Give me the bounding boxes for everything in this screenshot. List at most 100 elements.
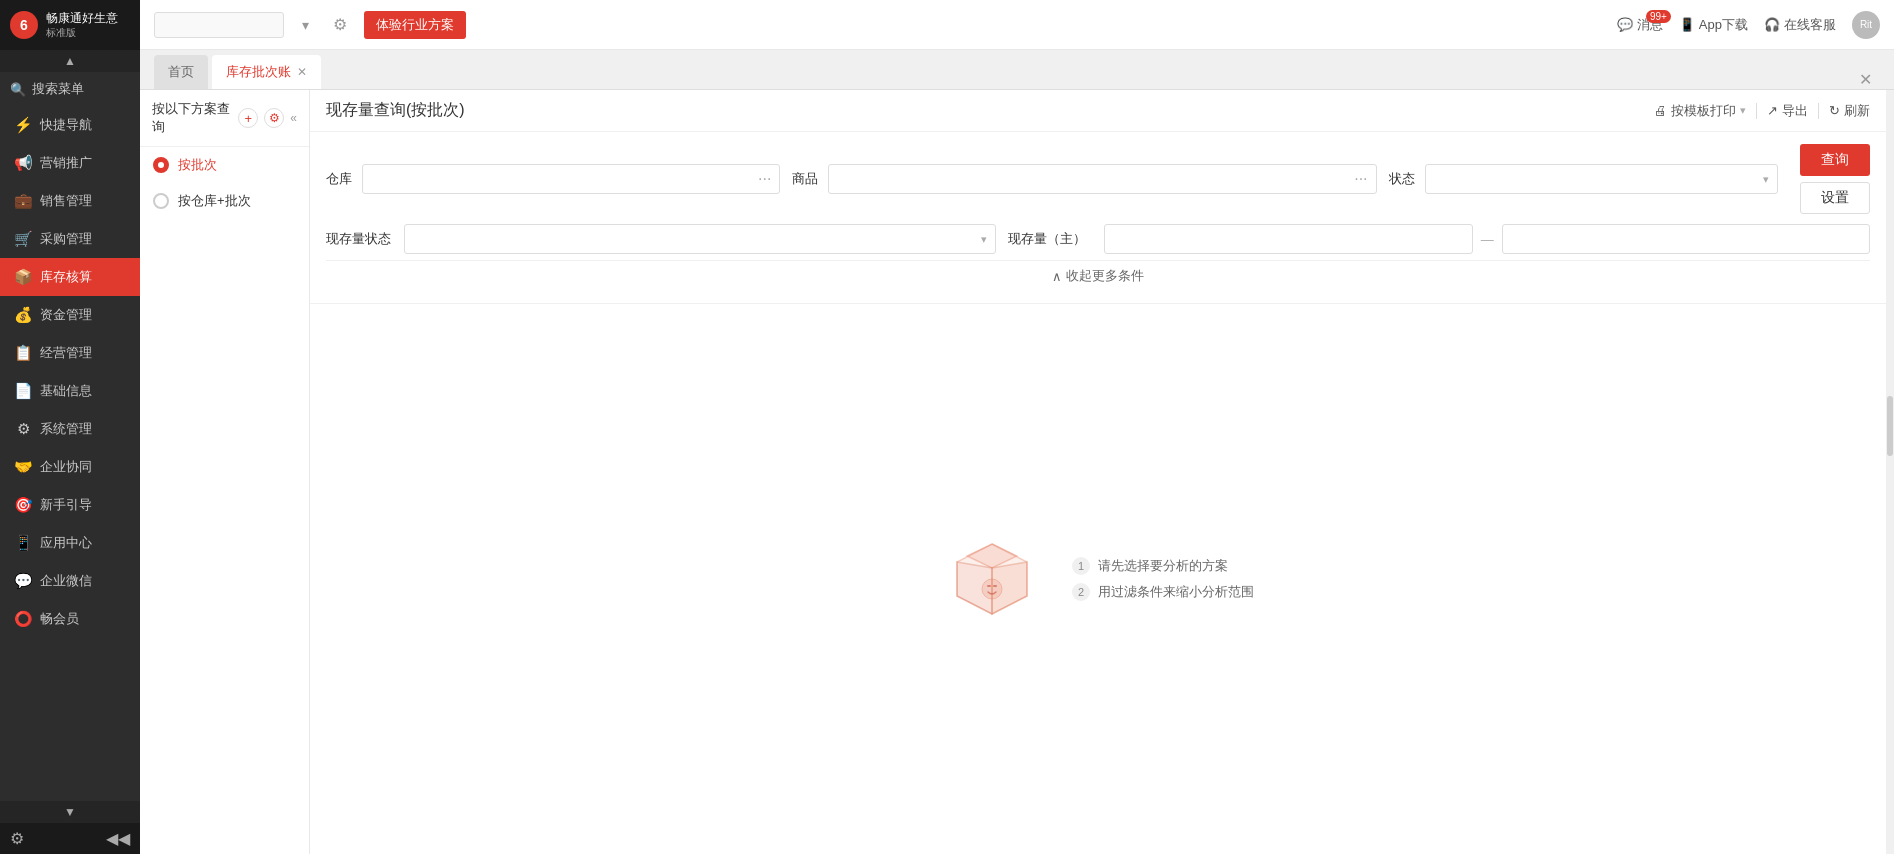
search-row-2: 现存量状态 ▾ 现存量（主） —: [326, 224, 1870, 254]
search-icon: 🔍: [10, 82, 26, 97]
basic-info-icon: 📄: [14, 382, 32, 400]
stock-status-label: 现存量状态: [326, 230, 396, 248]
status-select[interactable]: ▾: [1425, 164, 1778, 194]
sidebar-nav: ⚡ 快捷导航 📢 营销推广 💼 销售管理 🛒 采购管理 📦 库存核算 💰 资金管…: [0, 106, 140, 801]
export-icon: ↗: [1767, 103, 1778, 118]
tip-text-2: 用过滤条件来缩小分析范围: [1098, 583, 1254, 601]
sidebar-item-label: 畅会员: [40, 610, 79, 628]
filter-settings-button[interactable]: ⚙: [264, 108, 284, 128]
sidebar-item-label: 经营管理: [40, 344, 92, 362]
sidebar-item-app-center[interactable]: 📱 应用中心: [0, 524, 140, 562]
goods-input[interactable]: ···: [828, 164, 1376, 194]
field-settings-button[interactable]: 设置: [1800, 182, 1870, 214]
sales-icon: 💼: [14, 192, 32, 210]
tab-panel-close-button[interactable]: ✕: [1851, 70, 1880, 89]
print-label: 按模板打印: [1671, 102, 1736, 120]
warehouse-dots[interactable]: ···: [758, 170, 771, 188]
topbar-right: 💬 消息 99+ 📱 App下载 🎧 在线客服 Rit: [1617, 11, 1880, 39]
warehouse-input[interactable]: ···: [362, 164, 780, 194]
settings-bottom-icon[interactable]: ⚙: [10, 829, 24, 848]
edition-label: 标准版: [46, 26, 118, 39]
main-area: ▾ ⚙ 体验行业方案 💬 消息 99+ 📱 App下载 🎧 在线客服 Rit: [140, 0, 1894, 854]
collapse-more-button[interactable]: ∧ 收起更多条件: [326, 260, 1870, 291]
refresh-icon: ↻: [1829, 103, 1840, 118]
tip-num-2: 2: [1072, 583, 1090, 601]
page-actions: 🖨 按模板打印 ▾ ↗ 导出 ↻ 刷新: [1654, 102, 1870, 120]
warehouse-label: 仓库: [326, 170, 354, 188]
scrollbar-thumb[interactable]: [1887, 396, 1893, 456]
sidebar-item-label: 快捷导航: [40, 116, 92, 134]
scrollbar-track[interactable]: [1886, 90, 1894, 854]
action-divider-1: [1756, 103, 1757, 119]
print-dropdown-icon[interactable]: ▾: [1740, 104, 1746, 117]
sidebar-item-enterprise[interactable]: 🤝 企业协同: [0, 448, 140, 486]
sidebar-scroll-down[interactable]: ▼: [0, 801, 140, 823]
sidebar-item-purchase[interactable]: 🛒 采购管理: [0, 220, 140, 258]
search-buttons: 查询 设置: [1800, 144, 1870, 214]
user-avatar[interactable]: Rit: [1852, 11, 1880, 39]
sidebar-item-newbie[interactable]: 🎯 新手引导: [0, 486, 140, 524]
tab-home[interactable]: 首页: [154, 55, 208, 89]
company-name: 畅康通好生意: [46, 11, 118, 27]
inactive-radio-icon: [153, 193, 169, 209]
message-icon: 💬: [1617, 17, 1633, 32]
topbar-settings-button[interactable]: ⚙: [326, 11, 354, 39]
sidebar-item-system[interactable]: ⚙ 系统管理: [0, 410, 140, 448]
topbar-dropdown-button[interactable]: ▾: [294, 14, 316, 36]
sidebar-item-label: 企业微信: [40, 572, 92, 590]
tab-batch-account-label: 库存批次账: [226, 63, 291, 81]
sidebar-search[interactable]: 🔍 搜索菜单: [0, 72, 140, 106]
stock-status-chevron: ▾: [981, 233, 987, 246]
collapse-sidebar-icon[interactable]: ◀◀: [106, 829, 130, 848]
stock-qty-to-input[interactable]: [1502, 224, 1870, 254]
trial-button[interactable]: 体验行业方案: [364, 11, 466, 39]
quick-nav-icon: ⚡: [14, 116, 32, 134]
sidebar-item-basic-info[interactable]: 📄 基础信息: [0, 372, 140, 410]
svg-point-4: [982, 579, 1002, 599]
page-title-bar: 现存量查询(按批次) 🖨 按模板打印 ▾ ↗ 导出 ↻ 刷: [310, 90, 1886, 132]
goods-field: 商品 ···: [792, 164, 1376, 194]
sidebar-item-wechat[interactable]: 💬 企业微信: [0, 562, 140, 600]
empty-tips: 1 请先选择要分析的方案 2 用过滤条件来缩小分析范围: [1072, 557, 1254, 601]
messages-button[interactable]: 💬 消息 99+: [1617, 16, 1663, 34]
online-service-button[interactable]: 🎧 在线客服: [1764, 16, 1836, 34]
tab-close-icon[interactable]: ✕: [297, 66, 307, 78]
member-icon: ⭕: [14, 610, 32, 628]
stock-qty-from-input[interactable]: [1104, 224, 1472, 254]
sidebar-scroll-up[interactable]: ▲: [0, 50, 140, 72]
print-button[interactable]: 🖨 按模板打印 ▾: [1654, 102, 1746, 120]
filter-item-by-warehouse-batch[interactable]: 按仓库+批次: [140, 183, 309, 219]
sidebar-item-member[interactable]: ⭕ 畅会员: [0, 600, 140, 638]
sidebar-item-quick-nav[interactable]: ⚡ 快捷导航: [0, 106, 140, 144]
query-button[interactable]: 查询: [1800, 144, 1870, 176]
export-button[interactable]: ↗ 导出: [1767, 102, 1808, 120]
filter-panel-header: 按以下方案查询 + ⚙ «: [140, 90, 309, 147]
sidebar-item-label: 营销推广: [40, 154, 92, 172]
tab-batch-account[interactable]: 库存批次账 ✕: [212, 55, 321, 89]
avatar-text: Rit: [1860, 19, 1872, 30]
tabs-bar: 首页 库存批次账 ✕ ✕: [140, 50, 1894, 90]
stock-qty-field: 现存量（主） —: [1008, 224, 1870, 254]
filter-collapse-button[interactable]: «: [290, 111, 297, 125]
radio-dot: [158, 162, 164, 168]
app-download-label: App下载: [1699, 16, 1748, 34]
sidebar-item-marketing[interactable]: 📢 营销推广: [0, 144, 140, 182]
sidebar-item-operations[interactable]: 📋 经营管理: [0, 334, 140, 372]
action-divider-2: [1818, 103, 1819, 119]
empty-icon-area: [942, 529, 1042, 629]
sidebar-item-sales[interactable]: 💼 销售管理: [0, 182, 140, 220]
empty-state: 1 请先选择要分析的方案 2 用过滤条件来缩小分析范围: [310, 304, 1886, 854]
filter-item-by-batch[interactable]: 按批次: [140, 147, 309, 183]
goods-label: 商品: [792, 170, 820, 188]
refresh-button[interactable]: ↻ 刷新: [1829, 102, 1870, 120]
stock-status-select[interactable]: ▾: [404, 224, 996, 254]
app-download-button[interactable]: 📱 App下载: [1679, 16, 1748, 34]
topbar-search-input[interactable]: [154, 12, 284, 38]
sidebar-item-finance[interactable]: 💰 资金管理: [0, 296, 140, 334]
search-area: 仓库 ··· 商品 ··· 状态: [310, 132, 1886, 304]
filter-panel-title: 按以下方案查询: [152, 100, 238, 136]
sidebar-item-inventory[interactable]: 📦 库存核算: [0, 258, 140, 296]
filter-add-button[interactable]: +: [238, 108, 258, 128]
goods-dots[interactable]: ···: [1354, 170, 1367, 188]
status-field: 状态 ▾: [1389, 164, 1778, 194]
